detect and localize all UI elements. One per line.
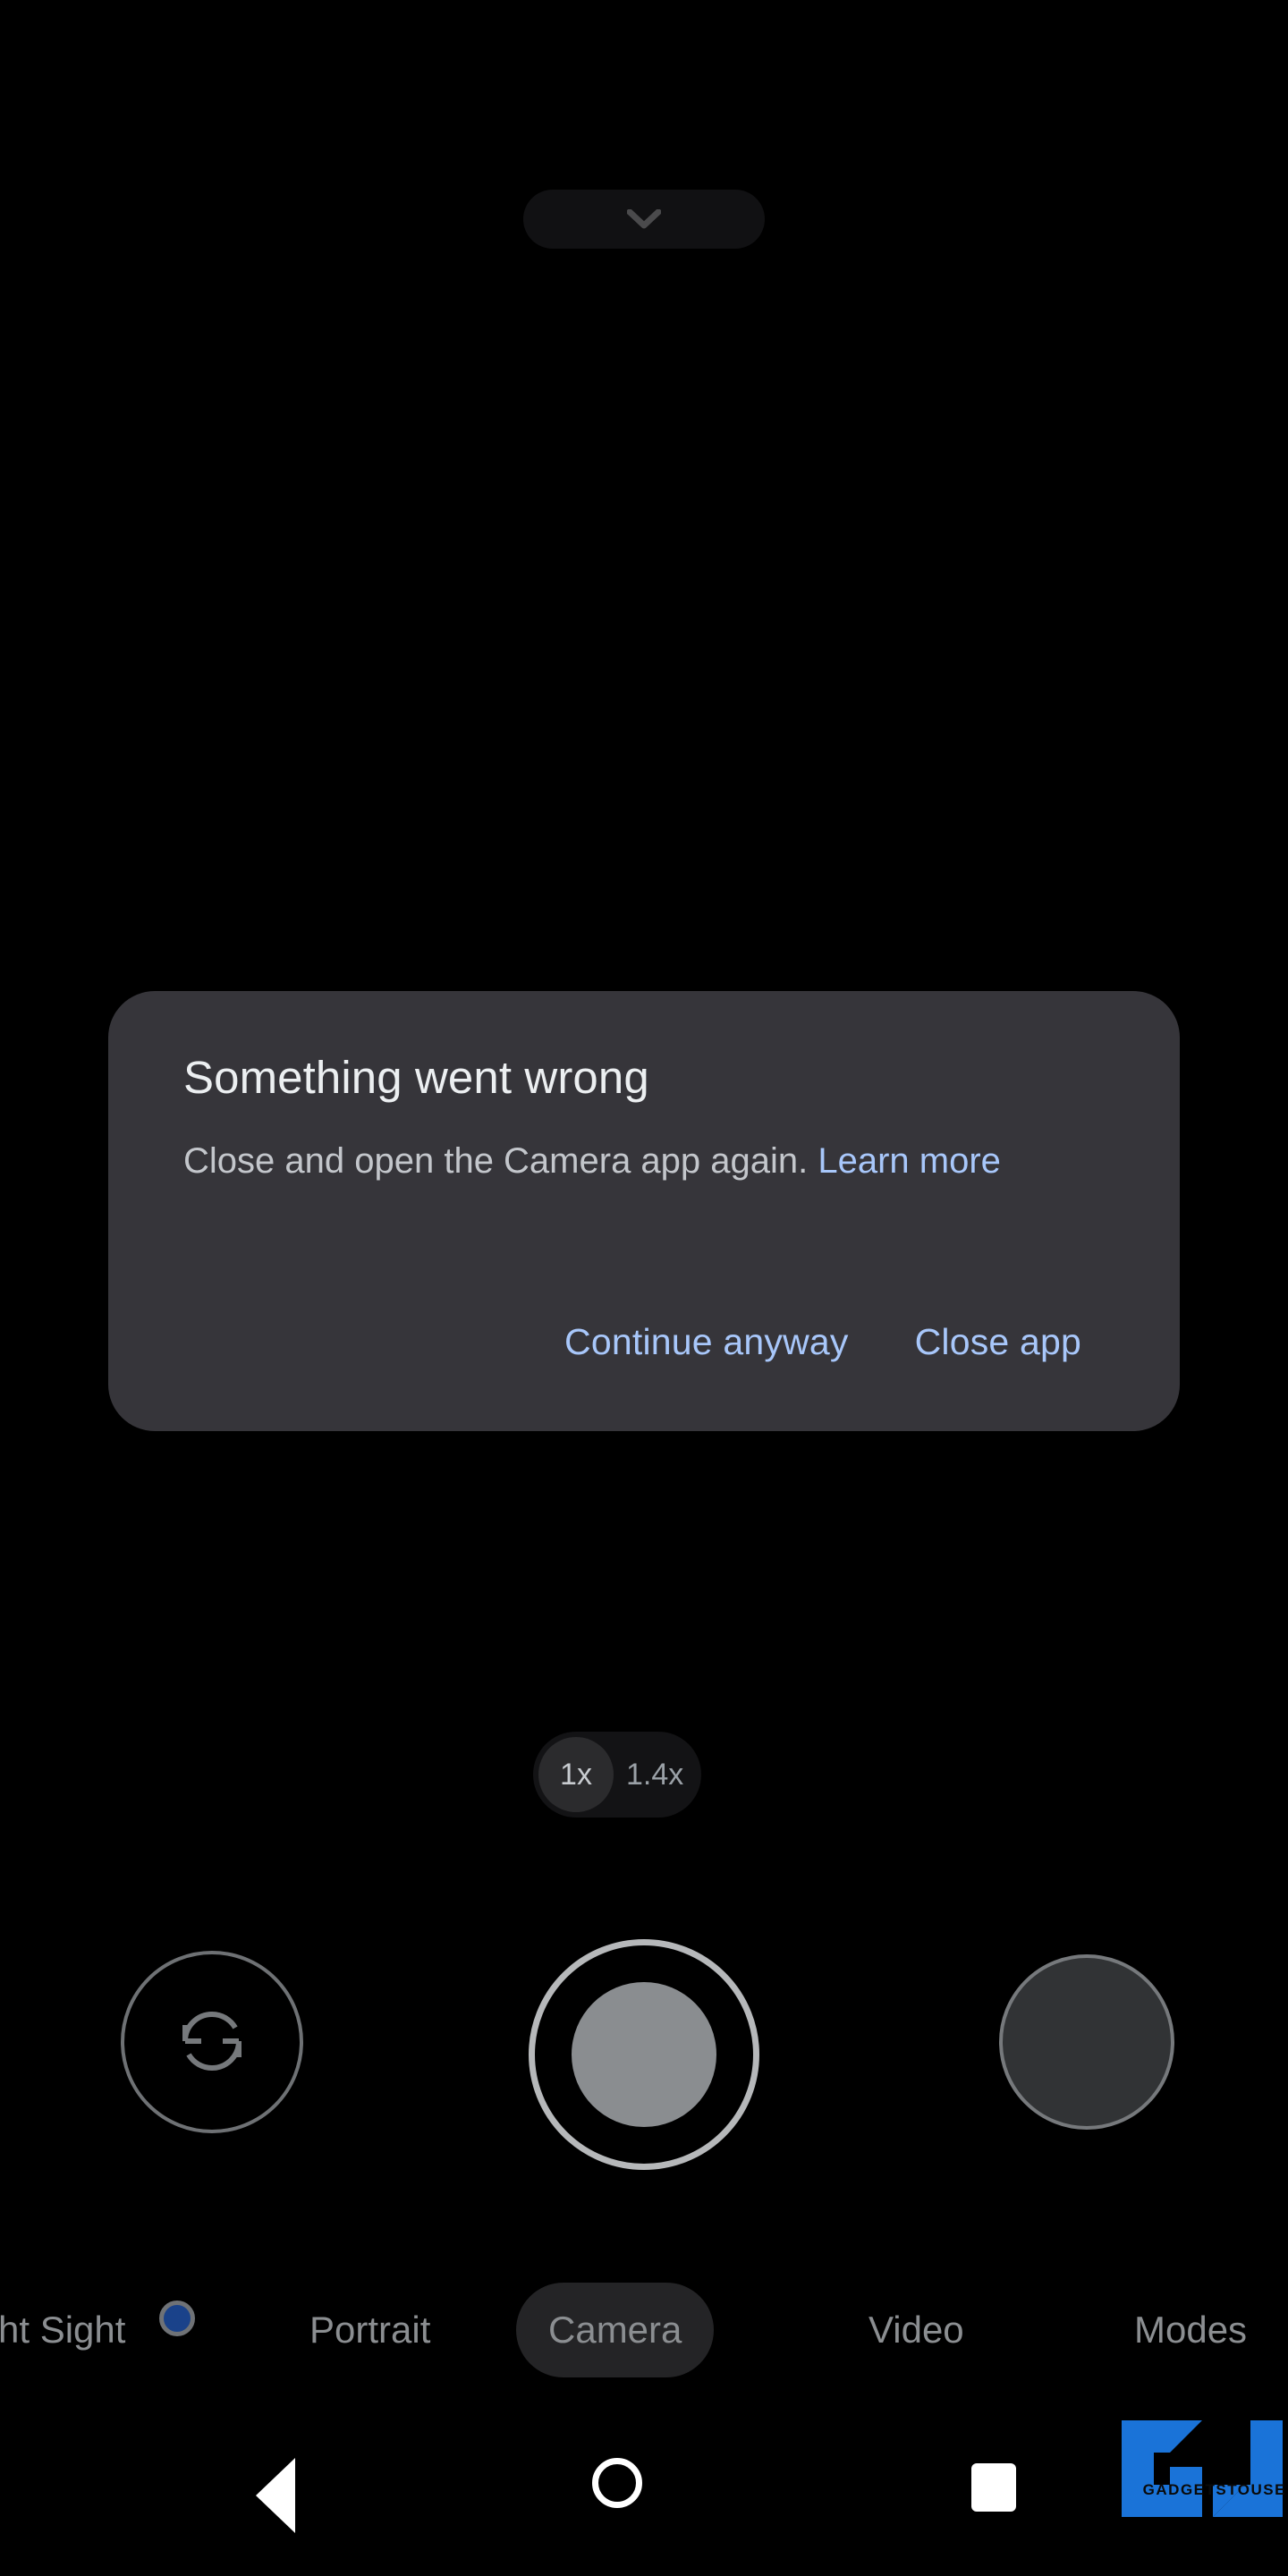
- mode-item-modes[interactable]: Modes: [1102, 2283, 1279, 2377]
- zoom-level-selector[interactable]: 1x 1.4x: [533, 1732, 702, 1818]
- mode-item-video[interactable]: Video: [836, 2283, 996, 2377]
- mode-item-portrait[interactable]: Portrait: [277, 2283, 462, 2377]
- chevron-down-icon: [627, 209, 661, 229]
- shutter-inner-fill: [572, 1982, 716, 2127]
- camera-controls-row: [0, 1939, 1288, 2170]
- dialog-message: Close and open the Camera app again. Lea…: [183, 1136, 1078, 1187]
- watermark-caption: GADGETSTOUSE: [1142, 2481, 1286, 2498]
- mode-selector[interactable]: ht Sight Portrait Camera Video Modes: [0, 2283, 1288, 2377]
- close-app-button[interactable]: Close app: [892, 1309, 1105, 1376]
- continue-anyway-button[interactable]: Continue anyway: [541, 1309, 872, 1376]
- zoom-chip-1.4x[interactable]: 1.4x: [614, 1737, 696, 1812]
- dialog-title: Something went wrong: [183, 1052, 649, 1103]
- zoom-chip-1x[interactable]: 1x: [538, 1737, 614, 1812]
- recents-square-icon[interactable]: [971, 2463, 1016, 2512]
- dialog-message-text: Close and open the Camera app again.: [183, 1140, 818, 1181]
- night-sight-badge-dot: [159, 2301, 195, 2336]
- android-navigation-bar: GADGETSTOUSE: [0, 2415, 1288, 2576]
- dialog-action-row: Continue anyway Close app: [541, 1309, 1105, 1376]
- mode-item-camera[interactable]: Camera: [516, 2283, 715, 2377]
- back-triangle-icon[interactable]: [256, 2458, 295, 2533]
- flip-camera-button[interactable]: [121, 1951, 303, 2133]
- home-circle-icon[interactable]: [592, 2458, 642, 2508]
- error-dialog: Something went wrong Close and open the …: [108, 991, 1180, 1431]
- camera-flip-icon: [165, 1995, 258, 2090]
- shutter-button[interactable]: [529, 1939, 759, 2170]
- learn-more-link[interactable]: Learn more: [818, 1141, 1001, 1181]
- gallery-thumbnail-button[interactable]: [999, 1954, 1174, 2130]
- mode-item-night-sight[interactable]: ht Sight: [0, 2283, 157, 2377]
- expand-settings-button[interactable]: [523, 190, 765, 249]
- gadgetstouse-watermark-logo: GADGETSTOUSE: [1116, 2415, 1288, 2524]
